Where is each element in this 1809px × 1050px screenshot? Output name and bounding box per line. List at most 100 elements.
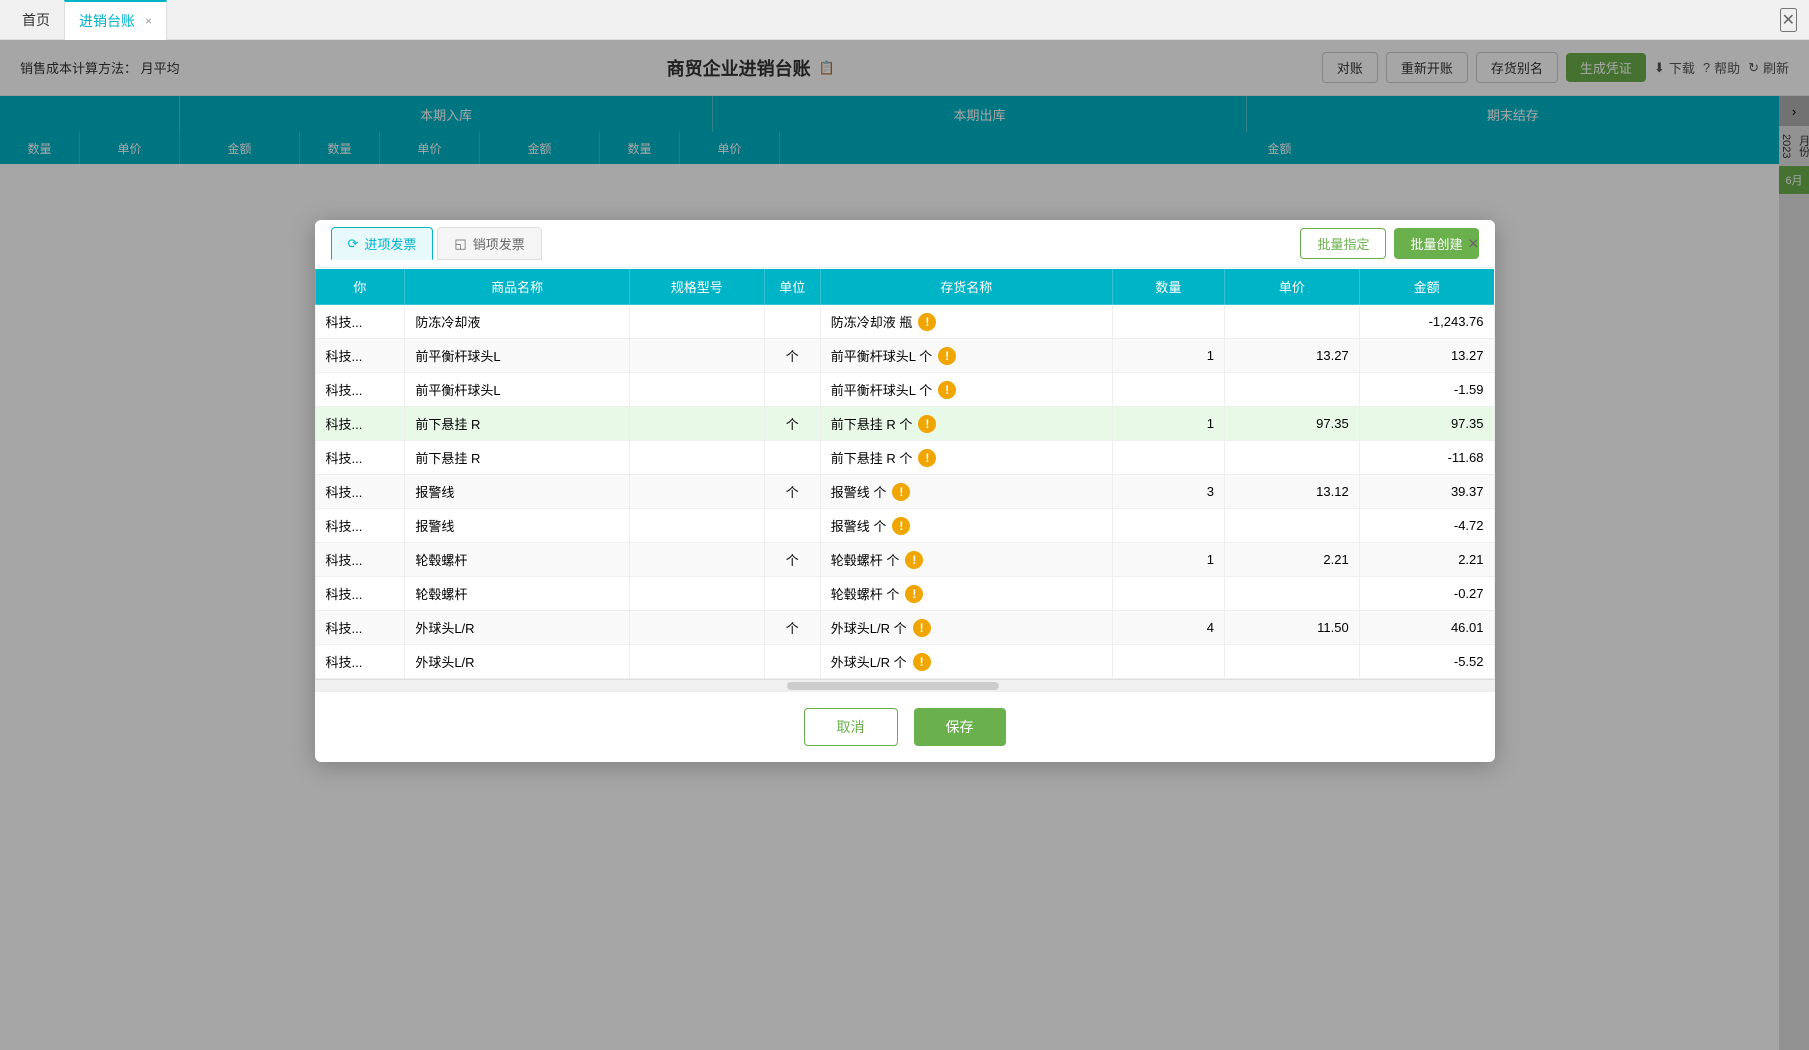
window-close-button[interactable]: ✕ <box>1780 8 1797 32</box>
invoice-out-icon: ◱ <box>454 236 466 252</box>
cell-value <box>1224 373 1359 407</box>
modal-header-actions: 批量指定 批量创建 <box>1300 228 1478 259</box>
inventory-name: 轮毂螺杆 个 <box>831 584 900 603</box>
cell-value <box>629 305 764 339</box>
table-row: 科技...前平衡杆球头L前平衡杆球头L 个!-1.59 <box>315 373 1494 407</box>
batch-create-button[interactable]: 批量创建 <box>1394 228 1478 259</box>
tab-close-icon[interactable]: × <box>145 1 152 41</box>
cell-value: -0.27 <box>1359 577 1494 611</box>
modal-dialog: ⟳ 进项发票 ◱ 销项发票 批量指定 批量创建 × 你 <box>315 220 1495 762</box>
cell-value: 轮毂螺杆 <box>405 577 630 611</box>
cell-value: 个 <box>764 543 820 577</box>
inventory-name: 前平衡杆球头L 个 <box>831 380 932 399</box>
cell-value: 前下悬挂 R <box>405 407 630 441</box>
cell-value: 个 <box>764 611 820 645</box>
cell-value: 11.50 <box>1224 611 1359 645</box>
table-row: 科技...报警线报警线 个!-4.72 <box>315 509 1494 543</box>
cell-value: 个 <box>764 339 820 373</box>
main-area: 销售成本计算方法： 月平均 商贸企业进销台账 📋 对账 重新开账 存货别名 生成… <box>0 40 1809 1050</box>
cell-value <box>764 305 820 339</box>
inventory-name: 防冻冷却液 瓶 <box>831 312 913 331</box>
invoice-table: 你 商品名称 规格型号 单位 存货名称 数量 单价 金额 科技...防冻冷却液防… <box>315 268 1495 679</box>
cell-value <box>629 407 764 441</box>
inventory-name: 报警线 个 <box>831 516 887 535</box>
table-row: 科技...外球头L/R个外球头L/R 个!411.5046.01 <box>315 611 1494 645</box>
cell-value <box>629 577 764 611</box>
tab-home[interactable]: 首页 <box>8 0 64 40</box>
table-row: 科技...外球头L/R外球头L/R 个!-5.52 <box>315 645 1494 679</box>
cell-value: 97.35 <box>1224 407 1359 441</box>
table-row: 科技...防冻冷却液 防冻冷却液 瓶! -1,243.76 <box>315 305 1494 339</box>
cell-value: 13.27 <box>1359 339 1494 373</box>
cell-value: 个 <box>764 475 820 509</box>
col-amount: 金额 <box>1359 269 1494 305</box>
col-quantity: 数量 <box>1112 269 1224 305</box>
cell-value: 46.01 <box>1359 611 1494 645</box>
invoice-in-icon: ⟳ <box>348 236 359 252</box>
cell-value: -11.68 <box>1359 441 1494 475</box>
col-company: 你 <box>315 269 405 305</box>
cell-value: 外球头L/R <box>405 611 630 645</box>
table-row: 科技...前平衡杆球头L个前平衡杆球头L 个!113.2713.27 <box>315 339 1494 373</box>
cell-value: 科技... <box>315 373 405 407</box>
cell-value <box>629 645 764 679</box>
inventory-name: 轮毂螺杆 个 <box>831 550 900 569</box>
cell-value <box>629 611 764 645</box>
modal-header: ⟳ 进项发票 ◱ 销项发票 批量指定 批量创建 × <box>315 220 1495 268</box>
cell-value: 科技... <box>315 543 405 577</box>
table-row: 科技...轮毂螺杆轮毂螺杆 个!-0.27 <box>315 577 1494 611</box>
cell-value <box>1112 577 1224 611</box>
cell-value: -4.72 <box>1359 509 1494 543</box>
inventory-name: 外球头L/R 个 <box>831 618 907 637</box>
cell-value <box>1112 305 1224 339</box>
tab-invoice-out[interactable]: ◱ 销项发票 <box>437 227 541 260</box>
modal-footer: 取消 保存 <box>315 691 1495 762</box>
cell-value: -1,243.76 <box>1359 305 1494 339</box>
table-row: 科技...前下悬挂 R个前下悬挂 R 个!197.3597.35 <box>315 407 1494 441</box>
col-product-name: 商品名称 <box>405 269 630 305</box>
warning-icon: ! <box>913 653 931 671</box>
modal-close-button[interactable]: × <box>1468 233 1479 254</box>
cell-value <box>629 509 764 543</box>
inventory-name: 前下悬挂 R 个 <box>831 448 913 467</box>
cell-value: 科技... <box>315 509 405 543</box>
save-button[interactable]: 保存 <box>914 708 1006 746</box>
tab-invoice-in[interactable]: ⟳ 进项发票 <box>331 227 434 260</box>
cell-value: 科技... <box>315 645 405 679</box>
cell-value <box>764 373 820 407</box>
cell-value <box>764 441 820 475</box>
cell-value: 2.21 <box>1359 543 1494 577</box>
cell-value: 个 <box>764 407 820 441</box>
inventory-name: 外球头L/R 个 <box>831 652 907 671</box>
cell-value <box>1112 645 1224 679</box>
modal-body: 你 商品名称 规格型号 单位 存货名称 数量 单价 金额 科技...防冻冷却液防… <box>315 268 1495 679</box>
cell-value: 轮毂螺杆 <box>405 543 630 577</box>
cell-value: 前平衡杆球头L <box>405 373 630 407</box>
cell-value <box>629 475 764 509</box>
cell-value: 科技... <box>315 305 405 339</box>
cell-value: 4 <box>1112 611 1224 645</box>
cell-value: 97.35 <box>1359 407 1494 441</box>
cell-value: 防冻冷却液 <box>405 305 630 339</box>
cell-value <box>764 509 820 543</box>
tab-active[interactable]: 进销台账 × <box>64 0 167 40</box>
cell-value: 科技... <box>315 339 405 373</box>
cell-value <box>764 577 820 611</box>
modal-table-container[interactable]: 你 商品名称 规格型号 单位 存货名称 数量 单价 金额 科技...防冻冷却液防… <box>315 268 1495 679</box>
cell-value: 外球头L/R <box>405 645 630 679</box>
horizontal-scrollbar[interactable] <box>315 679 1495 691</box>
warning-icon: ! <box>918 313 936 331</box>
col-unit-price: 单价 <box>1224 269 1359 305</box>
cell-value: 报警线 <box>405 475 630 509</box>
cell-value: 科技... <box>315 475 405 509</box>
warning-icon: ! <box>918 415 936 433</box>
cell-value: 39.37 <box>1359 475 1494 509</box>
batch-assign-button[interactable]: 批量指定 <box>1300 228 1386 259</box>
cell-value: 科技... <box>315 611 405 645</box>
cell-value <box>1112 441 1224 475</box>
cell-value <box>764 645 820 679</box>
warning-icon: ! <box>918 449 936 467</box>
cell-value: 科技... <box>315 577 405 611</box>
modal-table-body: 科技...防冻冷却液防冻冷却液 瓶!-1,243.76科技...前平衡杆球头L个… <box>315 305 1494 679</box>
cancel-button[interactable]: 取消 <box>804 708 898 746</box>
